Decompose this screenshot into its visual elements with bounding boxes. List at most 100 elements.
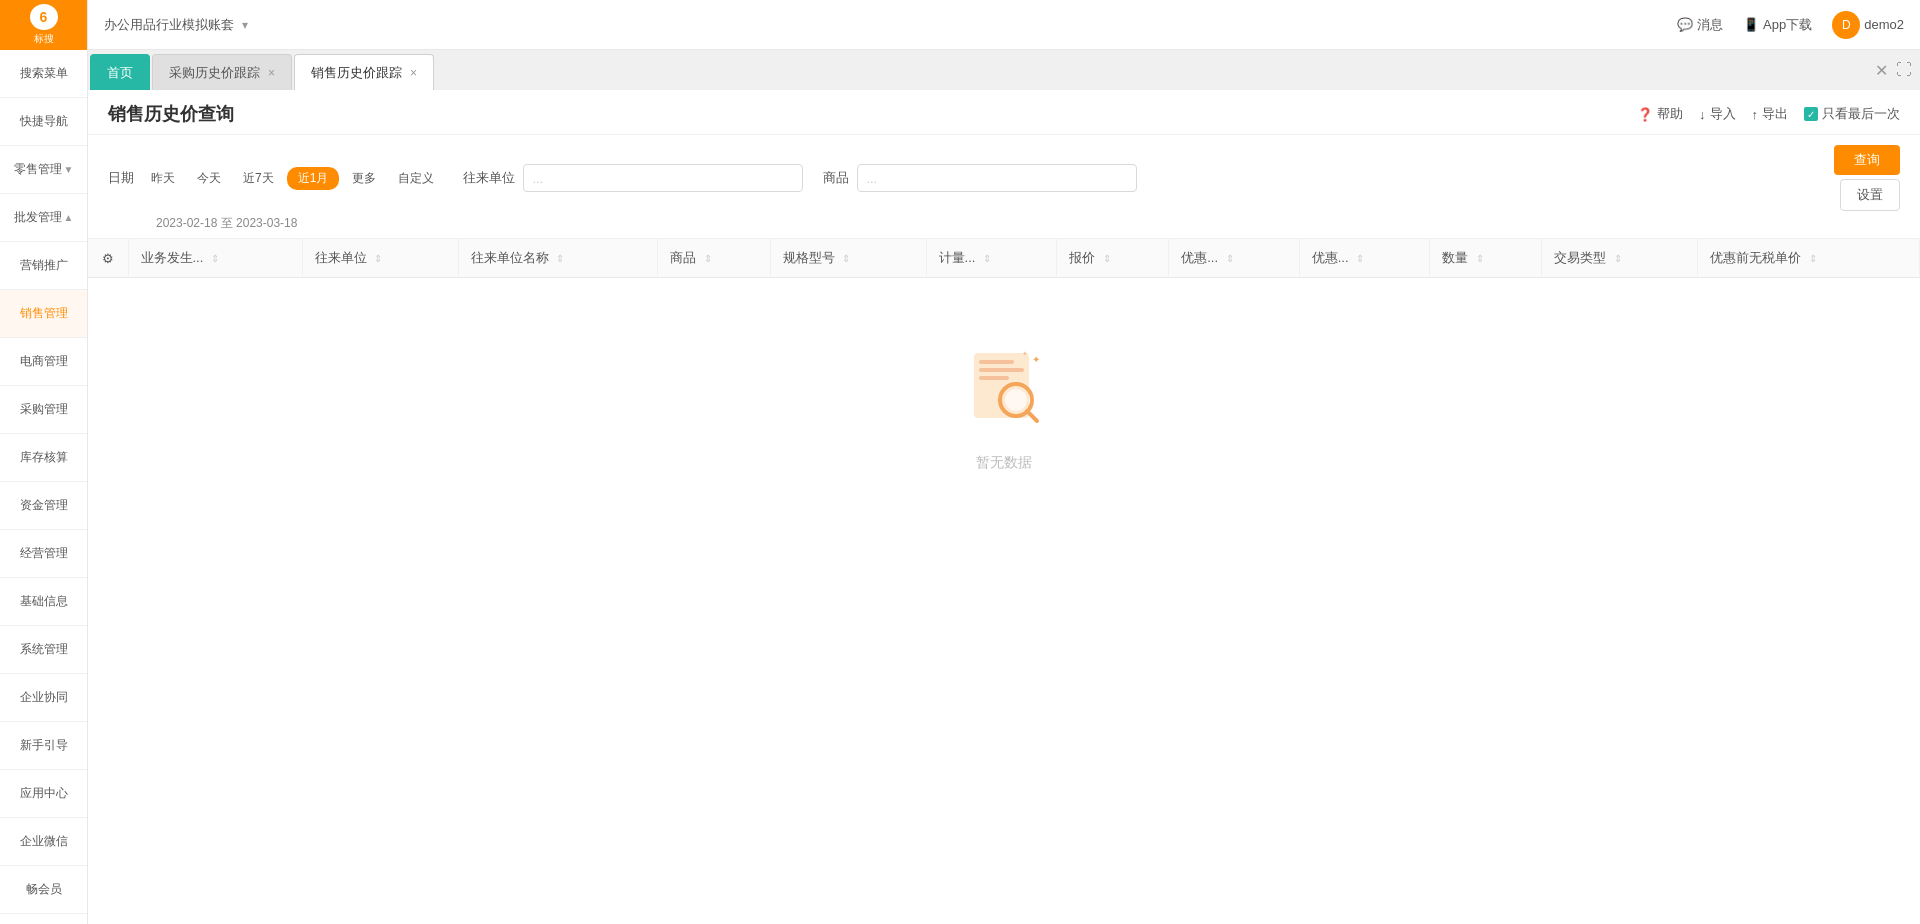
doc-line3 [979,376,1009,380]
sidebar-item-marketing[interactable]: 营销推广 [0,242,87,290]
sidebar-item-retail-mgmt[interactable]: 零售管理 ▼ [0,146,87,194]
sidebar-item-operations[interactable]: 经营管理 [0,530,87,578]
tab-purchase-history-close[interactable]: × [268,66,275,80]
col-partner-code[interactable]: 往来单位 ⇕ [302,239,458,278]
col-settings[interactable]: ⚙ [88,239,128,278]
date-btn-custom[interactable]: 自定义 [389,167,443,190]
col-discount1[interactable]: 优惠... ⇕ [1169,239,1299,278]
sidebar-label-retail-mgmt: 零售管理 [14,161,62,178]
sidebar-item-finance[interactable]: 资金管理 [0,482,87,530]
app-download-label: App下载 [1763,16,1812,34]
app-download-action[interactable]: 📱 App下载 [1743,16,1812,34]
logo-icon: 6 [30,4,58,30]
user-action[interactable]: D demo2 [1832,11,1904,39]
col-partner-code-label: 往来单位 [315,250,367,265]
sidebar-label-basic-info: 基础信息 [20,593,68,610]
sidebar-item-basic-info[interactable]: 基础信息 [0,578,87,626]
sidebar-label-sales-mgmt: 销售管理 [20,305,68,322]
col-biz-date[interactable]: 业务发生... ⇕ [128,239,302,278]
only-last-checkbox[interactable]: ✓ [1804,107,1818,121]
header-dropdown-icon[interactable]: ▾ [242,18,248,32]
app-logo: 6 标搜 [0,0,87,50]
product-filter-label: 商品 [823,169,849,187]
help-action[interactable]: ❓ 帮助 [1637,105,1683,123]
export-label: 导出 [1762,105,1788,123]
tab-sales-history[interactable]: 销售历史价跟踪 × [294,54,434,90]
sidebar-item-membership[interactable]: 畅会员 [0,866,87,914]
col-discount2[interactable]: 优惠... ⇕ [1299,239,1429,278]
export-action[interactable]: ↑ 导出 [1752,105,1789,123]
date-btn-last-month[interactable]: 近1月 [287,167,340,190]
sidebar-label-marketing: 营销推广 [20,257,68,274]
query-button[interactable]: 查询 [1834,145,1900,175]
partner-filter-label: 往来单位 [463,169,515,187]
sort-icon-unit: ⇕ [983,253,991,264]
sort-icon-product: ⇕ [704,253,712,264]
main-area: 办公用品行业模拟账套 ▾ 💬 消息 📱 App下载 D demo2 首页 采购历… [88,0,1920,924]
table-container: ⚙ 业务发生... ⇕ 往来单位 ⇕ 往来单位名称 ⇕ [88,239,1920,924]
sidebar-item-purchase[interactable]: 采购管理 [0,386,87,434]
only-last-action[interactable]: ✓ 只看最后一次 [1804,105,1900,123]
col-product-label: 商品 [670,250,696,265]
sidebar-item-ecommerce[interactable]: 电商管理 [0,338,87,386]
sidebar-item-inventory[interactable]: 库存核算 [0,434,87,482]
only-last-label: 只看最后一次 [1822,105,1900,123]
message-icon: 💬 [1677,17,1693,32]
tab-home-label: 首页 [107,64,133,82]
tab-sales-history-close[interactable]: × [410,66,417,80]
sidebar-item-wholesale-mgmt[interactable]: 批发管理 ▲ [0,194,87,242]
date-btn-last7[interactable]: 近7天 [234,167,283,190]
page-header-actions: ❓ 帮助 ↓ 导入 ↑ 导出 ✓ 只看最后一次 [1637,105,1900,123]
sidebar-label-enterprise-wechat: 企业微信 [20,833,68,850]
col-quote-price[interactable]: 报价 ⇕ [1057,239,1169,278]
import-action[interactable]: ↓ 导入 [1699,105,1736,123]
filter-row-2: 2023-02-18 至 2023-03-18 [108,215,1900,232]
import-icon: ↓ [1699,107,1706,122]
tab-purchase-history[interactable]: 采购历史价跟踪 × [152,54,292,90]
sidebar-item-app-center[interactable]: 应用中心 [0,770,87,818]
sort-icon-biz-date: ⇕ [211,253,219,264]
sidebar-item-system[interactable]: 系统管理 [0,626,87,674]
col-pre-discount-price[interactable]: 优惠前无税单价 ⇕ [1698,239,1920,278]
sidebar-item-enterprise-wechat[interactable]: 企业微信 [0,818,87,866]
col-spec[interactable]: 规格型号 ⇕ [770,239,926,278]
settings-icon: ⚙ [102,251,114,266]
help-icon: ❓ [1637,107,1653,122]
product-filter-select[interactable]: ... [857,164,1137,192]
sidebar-label-wholesale-mgmt: 批发管理 [14,209,62,226]
app-header: 办公用品行业模拟账套 ▾ 💬 消息 📱 App下载 D demo2 [88,0,1920,50]
date-btn-more[interactable]: 更多 [343,167,385,190]
tab-maximize-icon[interactable]: ⛶ [1896,61,1912,79]
empty-svg: ✦ ✦ [954,338,1054,438]
sort-icon-quantity: ⇕ [1476,253,1484,264]
tab-close-all-icon[interactable]: ✕ [1875,61,1888,80]
sort-icon-discount2: ⇕ [1356,253,1364,264]
tab-home[interactable]: 首页 [90,54,150,90]
sidebar-item-enterprise[interactable]: 企业协同 [0,674,87,722]
date-range-display: 2023-02-18 至 2023-03-18 [156,215,297,232]
sidebar-label-membership: 畅会员 [26,881,62,898]
sidebar-item-quick-nav[interactable]: 快捷导航 [0,98,87,146]
empty-illustration: ✦ ✦ [954,338,1054,438]
date-shortcuts: 昨天 今天 近7天 近1月 更多 自定义 [142,167,443,190]
date-filter-label: 日期 [108,169,134,187]
col-unit-label: 计量... [939,250,976,265]
col-partner-name[interactable]: 往来单位名称 ⇕ [458,239,658,278]
col-unit[interactable]: 计量... ⇕ [926,239,1056,278]
col-quantity[interactable]: 数量 ⇕ [1430,239,1542,278]
date-btn-yesterday[interactable]: 昨天 [142,167,184,190]
col-product[interactable]: 商品 ⇕ [658,239,770,278]
sidebar-item-search-menu[interactable]: 搜索菜单 [0,50,87,98]
date-btn-today[interactable]: 今天 [188,167,230,190]
sidebar-item-new-guide[interactable]: 新手引导 [0,722,87,770]
sidebar-label-system: 系统管理 [20,641,68,658]
retail-mgmt-arrow: ▼ [64,163,74,177]
sidebar-item-sales-mgmt[interactable]: 销售管理 [0,290,87,338]
partner-filter-select[interactable]: ... [523,164,803,192]
sort-icon-partner-name: ⇕ [556,253,564,264]
settings-button[interactable]: 设置 [1840,179,1900,211]
col-trade-type[interactable]: 交易类型 ⇕ [1542,239,1698,278]
svg-text:✦: ✦ [1032,354,1040,365]
doc-line1 [979,360,1014,364]
message-action[interactable]: 💬 消息 [1677,16,1723,34]
